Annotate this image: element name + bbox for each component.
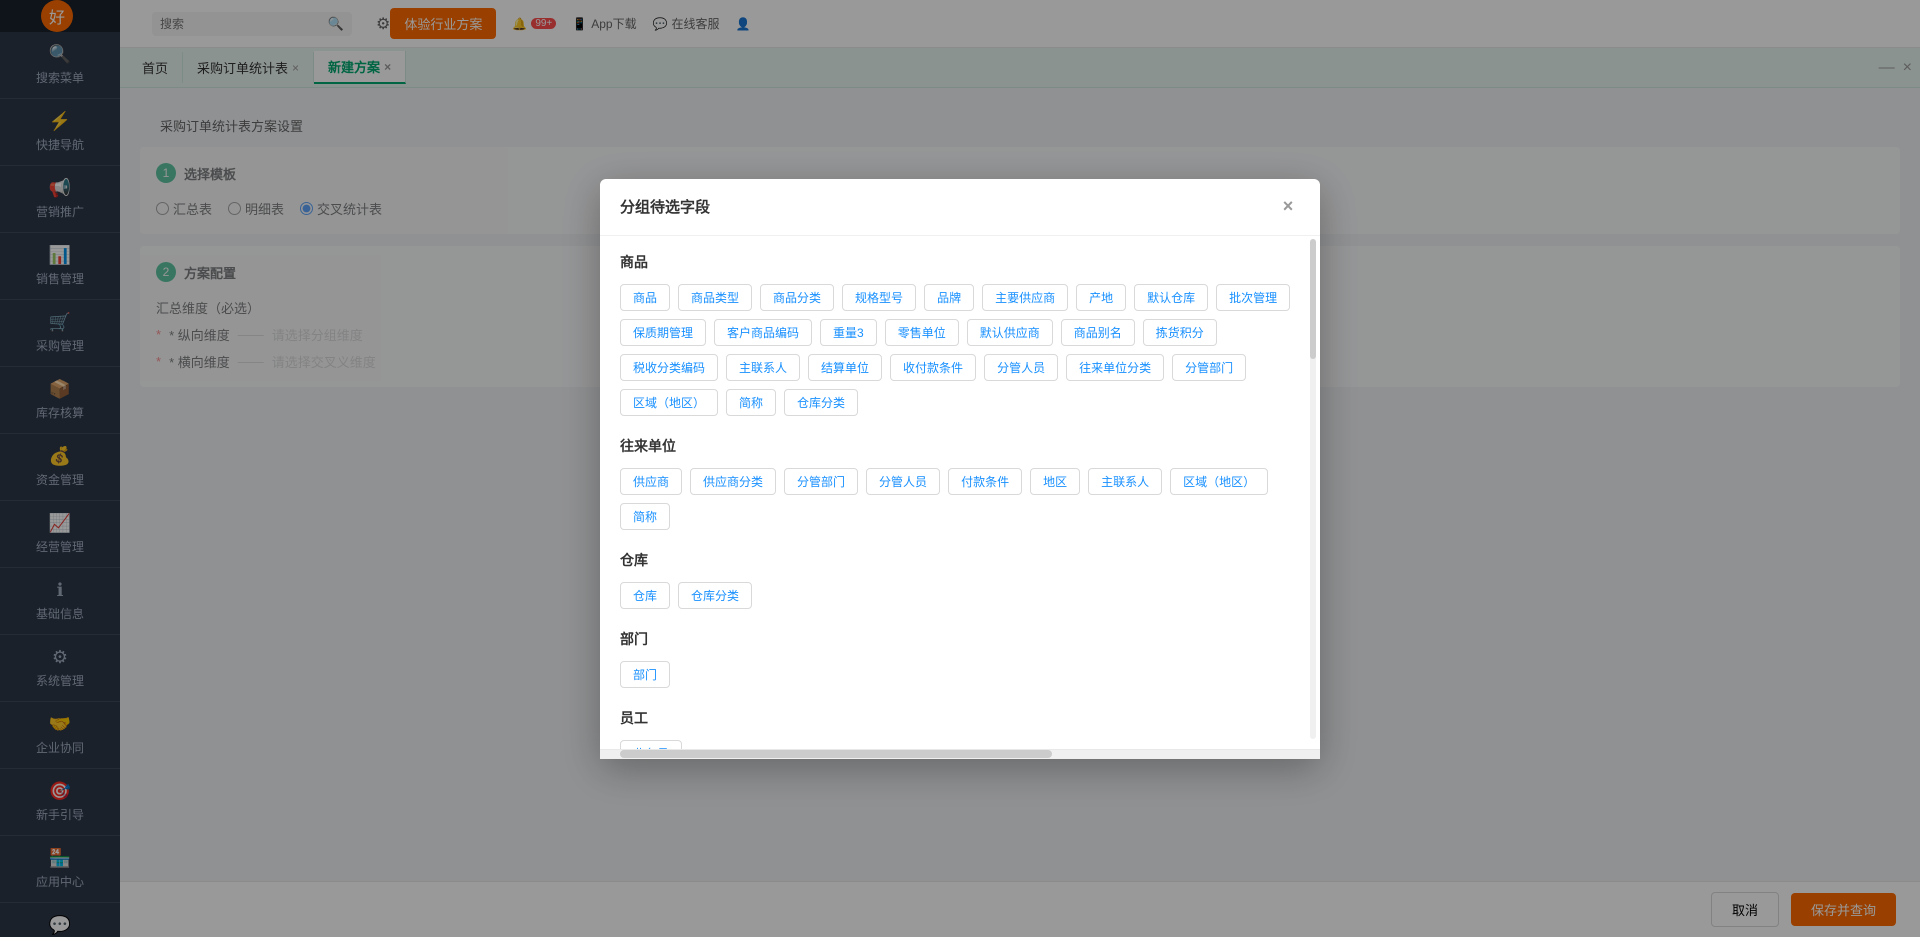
field-tag-supervise-dept[interactable]: 分管部门	[1172, 354, 1246, 381]
field-tag-settlement-unit[interactable]: 结算单位	[808, 354, 882, 381]
field-selection-modal: 分组待选字段 × 商品 商品 商品类型 商品分类 规格型号 品牌 主要供应商 产…	[600, 179, 1320, 759]
field-tag-short-name[interactable]: 简称	[726, 389, 776, 416]
section-department-title: 部门	[620, 629, 1300, 649]
field-tag-main-contact-partner[interactable]: 主联系人	[1088, 468, 1162, 495]
warehouse-field-tags: 仓库 仓库分类	[620, 582, 1300, 609]
modal-close-button[interactable]: ×	[1276, 195, 1300, 219]
section-goods: 商品 商品 商品类型 商品分类 规格型号 品牌 主要供应商 产地 默认仓库 批次…	[620, 252, 1300, 416]
field-tag-default-warehouse[interactable]: 默认仓库	[1134, 284, 1208, 311]
field-tag-warehouse-category[interactable]: 仓库分类	[784, 389, 858, 416]
field-tag-short-name-partner[interactable]: 简称	[620, 503, 670, 530]
department-field-tags: 部门	[620, 661, 1300, 688]
modal-hscroll[interactable]	[600, 749, 1320, 758]
modal-vscroll-track	[1310, 239, 1316, 739]
section-warehouse: 仓库 仓库 仓库分类	[620, 550, 1300, 609]
field-tag-main-contact[interactable]: 主联系人	[726, 354, 800, 381]
field-tag-spec-model[interactable]: 规格型号	[842, 284, 916, 311]
section-employee-title: 员工	[620, 708, 1300, 728]
field-tag-goods-alias[interactable]: 商品别名	[1061, 319, 1135, 346]
section-goods-title: 商品	[620, 252, 1300, 272]
field-tag-partner-category[interactable]: 往来单位分类	[1066, 354, 1164, 381]
field-tag-default-supplier[interactable]: 默认供应商	[967, 319, 1053, 346]
section-department: 部门 部门	[620, 629, 1300, 688]
goods-field-tags: 商品 商品类型 商品分类 规格型号 品牌 主要供应商 产地 默认仓库 批次管理 …	[620, 284, 1300, 416]
field-tag-batch-mgmt[interactable]: 批次管理	[1216, 284, 1290, 311]
field-tag-person-manage[interactable]: 分管人员	[866, 468, 940, 495]
field-tag-expiry-mgmt[interactable]: 保质期管理	[620, 319, 706, 346]
section-partner-title: 往来单位	[620, 436, 1300, 456]
partner-field-tags: 供应商 供应商分类 分管部门 分管人员 付款条件 地区 主联系人 区域（地区） …	[620, 468, 1300, 530]
field-tag-pick-points[interactable]: 拣货积分	[1143, 319, 1217, 346]
field-tag-salesperson[interactable]: 业务员	[620, 740, 682, 750]
field-tag-warehouse-cat[interactable]: 仓库分类	[678, 582, 752, 609]
modal-header: 分组待选字段 ×	[600, 179, 1320, 236]
field-tag-region[interactable]: 区域（地区）	[620, 389, 718, 416]
field-tag-department[interactable]: 部门	[620, 661, 670, 688]
section-warehouse-title: 仓库	[620, 550, 1300, 570]
field-tag-customer-code[interactable]: 客户商品编码	[714, 319, 812, 346]
field-tag-goods-type[interactable]: 商品类型	[678, 284, 752, 311]
section-employee: 员工 业务员	[620, 708, 1300, 750]
field-tag-goods[interactable]: 商品	[620, 284, 670, 311]
modal-vscroll-thumb[interactable]	[1310, 239, 1316, 359]
field-tag-weight[interactable]: 重量3	[820, 319, 877, 346]
section-partner: 往来单位 供应商 供应商分类 分管部门 分管人员 付款条件 地区 主联系人 区域…	[620, 436, 1300, 530]
field-tag-supervisor[interactable]: 分管人员	[984, 354, 1058, 381]
modal-title: 分组待选字段	[620, 196, 710, 217]
field-tag-payment-terms[interactable]: 收付款条件	[890, 354, 976, 381]
field-tag-area[interactable]: 地区	[1030, 468, 1080, 495]
modal-body[interactable]: 商品 商品 商品类型 商品分类 规格型号 品牌 主要供应商 产地 默认仓库 批次…	[600, 236, 1320, 750]
field-tag-supplier[interactable]: 供应商	[620, 468, 682, 495]
field-tag-region-partner[interactable]: 区域（地区）	[1170, 468, 1268, 495]
modal-hscroll-thumb	[620, 750, 1052, 758]
field-tag-goods-category[interactable]: 商品分类	[760, 284, 834, 311]
field-tag-tax-code[interactable]: 税收分类编码	[620, 354, 718, 381]
field-tag-origin[interactable]: 产地	[1076, 284, 1126, 311]
field-tag-payment-cond[interactable]: 付款条件	[948, 468, 1022, 495]
field-tag-dept-manage[interactable]: 分管部门	[784, 468, 858, 495]
field-tag-retail-unit[interactable]: 零售单位	[885, 319, 959, 346]
employee-field-tags: 业务员	[620, 740, 1300, 750]
field-tag-main-supplier[interactable]: 主要供应商	[982, 284, 1068, 311]
field-tag-supplier-category[interactable]: 供应商分类	[690, 468, 776, 495]
field-tag-brand[interactable]: 品牌	[924, 284, 974, 311]
field-tag-warehouse[interactable]: 仓库	[620, 582, 670, 609]
